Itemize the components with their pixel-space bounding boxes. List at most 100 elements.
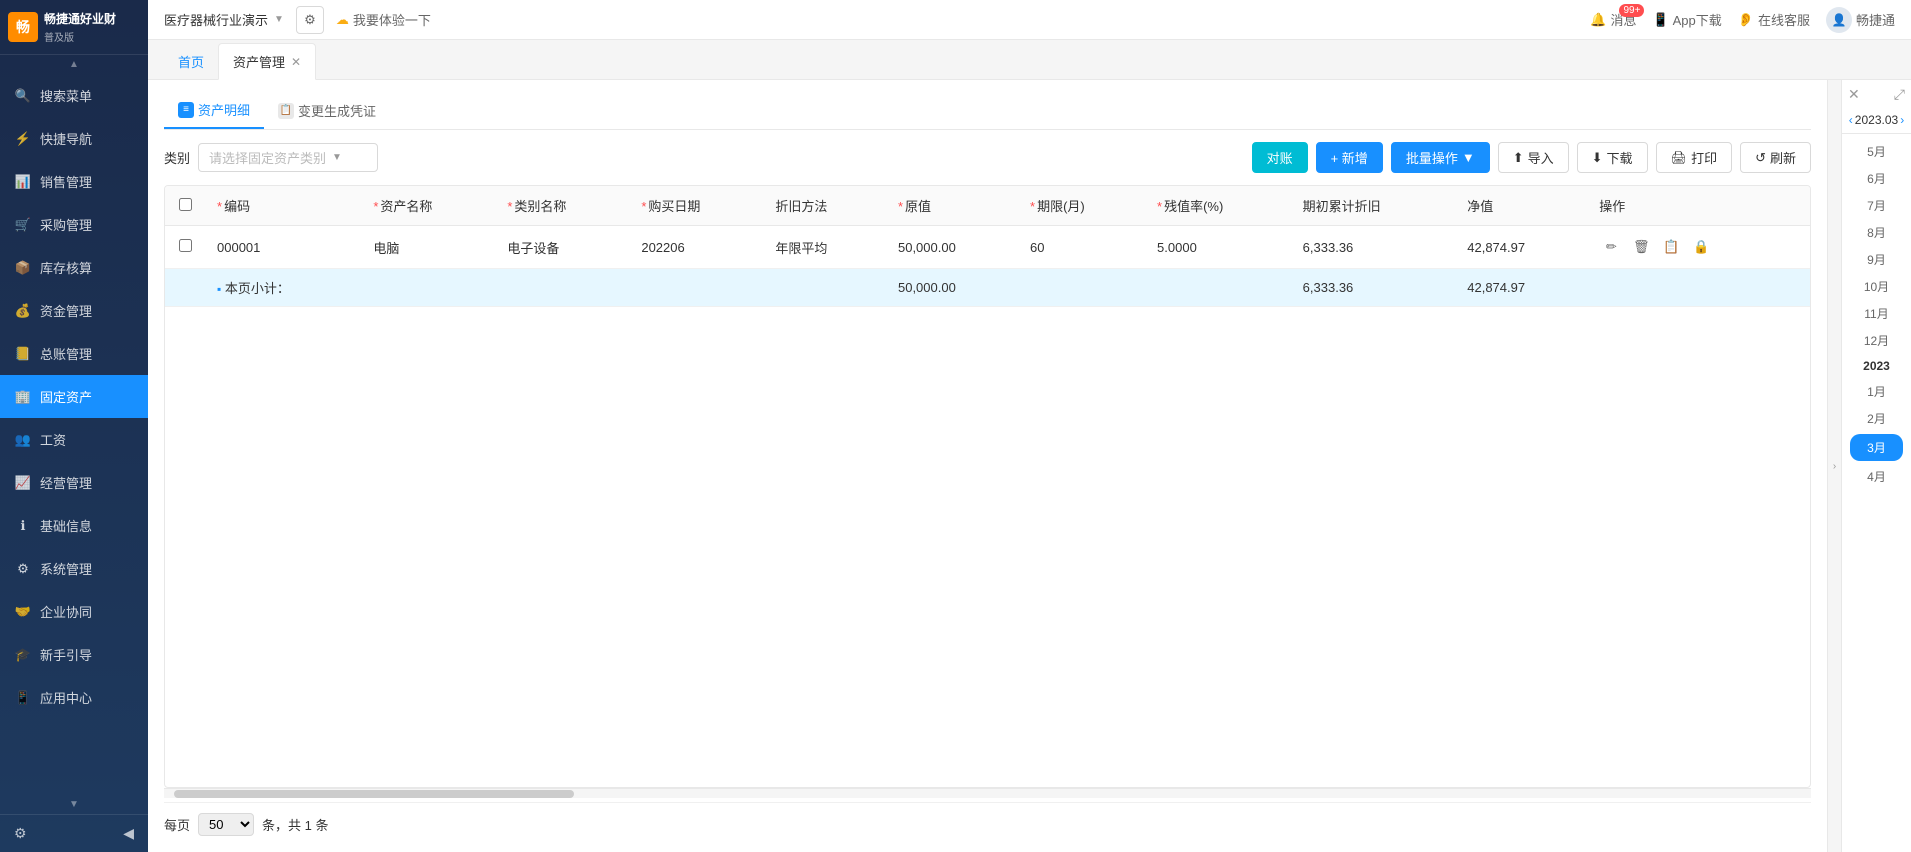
sidebar-item-app-center[interactable]: 📱 应用中心 xyxy=(0,676,148,719)
download-btn[interactable]: ⬇ 下载 xyxy=(1577,142,1648,173)
company-selector[interactable]: 医疗器械行业演示 ▼ xyxy=(164,10,284,29)
horizontal-scrollbar[interactable] xyxy=(164,788,1811,798)
page-tab-home[interactable]: 首页 xyxy=(164,44,218,79)
sidebar-item-guide[interactable]: 🎓 新手引导 xyxy=(0,633,148,676)
page-tabs: 首页资产管理✕ xyxy=(148,40,1911,80)
edit-btn[interactable]: ✏ xyxy=(1599,235,1623,259)
sidebar-item-payroll[interactable]: 👥 工资 xyxy=(0,418,148,461)
capital-icon: 💰 xyxy=(14,302,32,320)
app-download-btn[interactable]: 📱 App下载 xyxy=(1652,10,1721,29)
timeline-month-item[interactable]: 8月 xyxy=(1842,219,1911,246)
page-tab-asset-mgmt[interactable]: 资产管理✕ xyxy=(218,43,316,80)
basic-info-icon: ℹ xyxy=(14,517,32,535)
gear-icon: ⚙ xyxy=(304,12,316,28)
sidebar-item-search[interactable]: 🔍 搜索菜单 xyxy=(0,74,148,117)
select-all-checkbox[interactable] xyxy=(179,198,192,211)
logo-icon: 畅 xyxy=(8,12,38,42)
reconcile-btn[interactable]: 对账 xyxy=(1252,142,1308,173)
col-header-net_value: 净值 xyxy=(1455,186,1587,226)
print-icon: 🖨 xyxy=(1671,150,1688,166)
timeline-close-btn[interactable]: ✕ xyxy=(1848,86,1860,103)
search-icon: 🔍 xyxy=(14,87,32,105)
col-header-depreciation_method: 折旧方法 xyxy=(763,186,886,226)
online-service-btn[interactable]: 👂 在线客服 xyxy=(1738,10,1810,29)
topbar-actions: 🔔 消息 99+ 📱 App下载 👂 在线客服 👤 畅捷通 xyxy=(1590,7,1895,33)
new-btn[interactable]: + 新增 xyxy=(1316,142,1383,173)
timeline-toggle-btn[interactable]: › xyxy=(1827,80,1841,852)
delete-btn[interactable]: 🗑 xyxy=(1629,235,1653,259)
payroll-icon: 👥 xyxy=(14,431,32,449)
timeline-month-item[interactable]: 12月 xyxy=(1842,327,1911,354)
timeline-panel: ✕ ⤢ ‹ 2023.03 › 5月6月7月8月9月10月11月12月20231… xyxy=(1841,80,1911,852)
timeline-month-item[interactable]: 7月 xyxy=(1842,192,1911,219)
settings-icon[interactable]: ⚙ xyxy=(14,825,27,842)
sub-tab-asset-detail[interactable]: ≡ 资产明细 xyxy=(164,92,264,129)
lock-btn[interactable]: 🔒 xyxy=(1689,235,1713,259)
cloud-icon: ☁ xyxy=(336,12,349,28)
tab-close-asset-mgmt[interactable]: ✕ xyxy=(291,55,301,69)
sidebar-item-fixed-assets[interactable]: 🏢 固定资产 xyxy=(0,375,148,418)
timeline-current-month[interactable]: 3月 xyxy=(1850,434,1903,461)
collapse-icon[interactable]: ◀ xyxy=(123,825,134,842)
system-icon: ⚙ xyxy=(14,560,32,578)
timeline-expand-btn[interactable]: ⤢ xyxy=(1894,86,1905,103)
batch-ops-btn[interactable]: 批量操作 ▼ xyxy=(1391,142,1490,173)
logo-text: 畅捷通好业财 普及版 xyxy=(44,10,116,44)
ledger-icon: 📒 xyxy=(14,345,32,363)
sidebar-bottom: ⚙ ◀ xyxy=(0,814,148,852)
sidebar-item-operations[interactable]: 📈 经营管理 xyxy=(0,461,148,504)
filter-arrow-icon: ▼ xyxy=(332,152,342,163)
user-menu[interactable]: 👤 畅捷通 xyxy=(1826,7,1895,33)
category-filter[interactable]: 请选择固定资产类别 ▼ xyxy=(198,143,378,172)
sidebar-item-purchase[interactable]: 🛒 采购管理 xyxy=(0,203,148,246)
sidebar-item-sales[interactable]: 📊 销售管理 xyxy=(0,160,148,203)
timeline-month-item[interactable]: 2月 xyxy=(1842,405,1911,432)
sidebar-nav: 🔍 搜索菜单 ⚡ 快捷导航 📊 销售管理 🛒 采购管理 📦 库存核算 💰 资金管… xyxy=(0,74,148,795)
timeline-month-item[interactable]: 11月 xyxy=(1842,300,1911,327)
inventory-icon: 📦 xyxy=(14,259,32,277)
topbar: 医疗器械行业演示 ▼ ⚙ ☁ 我要体验一下 🔔 消息 99+ 📱 App下载 xyxy=(148,0,1911,40)
sidebar-item-basic-info[interactable]: ℹ 基础信息 xyxy=(0,504,148,547)
print-btn[interactable]: 🖨 打印 xyxy=(1656,142,1733,173)
timeline-month-item[interactable]: 5月 xyxy=(1842,138,1911,165)
timeline-month-item[interactable]: 9月 xyxy=(1842,246,1911,273)
guide-icon: 🎓 xyxy=(14,646,32,664)
timeline-month-item[interactable]: 6月 xyxy=(1842,165,1911,192)
main-content: ≡ 资产明细 📋 变更生成凭证 类别 请选择固定资产类别 ▼ 对账 xyxy=(148,80,1827,852)
asset-data-table: *编码*资产名称*类别名称*购买日期折旧方法*原值*期限(月)*残值率(%)期初… xyxy=(165,186,1810,307)
import-btn[interactable]: ⬆ 导入 xyxy=(1498,142,1569,173)
copy-btn[interactable]: 📋 xyxy=(1659,235,1683,259)
refresh-btn[interactable]: ↺ 刷新 xyxy=(1740,142,1811,173)
timeline-month-item[interactable]: 1月 xyxy=(1842,378,1911,405)
topbar-settings-btn[interactable]: ⚙ xyxy=(296,6,324,34)
sidebar-item-inventory[interactable]: 📦 库存核算 xyxy=(0,246,148,289)
trial-btn[interactable]: ☁ 我要体验一下 xyxy=(336,10,431,29)
sidebar-item-ledger[interactable]: 📒 总账管理 xyxy=(0,332,148,375)
toolbar-left: 类别 请选择固定资产类别 ▼ xyxy=(164,143,1244,172)
sidebar-item-capital[interactable]: 💰 资金管理 xyxy=(0,289,148,332)
col-header-residual_rate: *残值率(%) xyxy=(1145,186,1291,226)
notifications-btn[interactable]: 🔔 消息 99+ xyxy=(1590,10,1636,29)
timeline-arrow-right[interactable]: › xyxy=(1900,113,1904,127)
fixed-assets-icon: 🏢 xyxy=(14,388,32,406)
row-checkbox[interactable] xyxy=(179,239,192,252)
col-header-initial_accumulated_depreciation: 期初累计折旧 xyxy=(1291,186,1456,226)
timeline-year-label: 2023 xyxy=(1842,354,1911,378)
sidebar-item-system[interactable]: ⚙ 系统管理 xyxy=(0,547,148,590)
col-header-period: *期限(月) xyxy=(1018,186,1145,226)
sales-icon: 📊 xyxy=(14,173,32,191)
sidebar-scroll-up[interactable]: ▲ xyxy=(0,55,148,74)
toolbar-right: 对账 + 新增 批量操作 ▼ ⬆ 导入 xyxy=(1252,142,1811,173)
per-page-select[interactable]: 50 100 200 xyxy=(198,813,254,836)
sidebar-scroll-down[interactable]: ▼ xyxy=(0,795,148,814)
sub-tab-change-voucher[interactable]: 📋 变更生成凭证 xyxy=(264,92,390,129)
bell-icon: 🔔 xyxy=(1590,12,1606,28)
sidebar-item-quick-nav[interactable]: ⚡ 快捷导航 xyxy=(0,117,148,160)
col-header-category: *类别名称 xyxy=(495,186,629,226)
timeline-month-item[interactable]: 4月 xyxy=(1842,463,1911,490)
scrollbar-thumb[interactable] xyxy=(174,790,574,798)
timeline-month-item[interactable]: 10月 xyxy=(1842,273,1911,300)
sidebar-item-enterprise[interactable]: 🤝 企业协同 xyxy=(0,590,148,633)
sidebar-header: 畅 畅捷通好业财 普及版 xyxy=(0,0,148,55)
timeline-arrow-left[interactable]: ‹ xyxy=(1849,113,1853,127)
